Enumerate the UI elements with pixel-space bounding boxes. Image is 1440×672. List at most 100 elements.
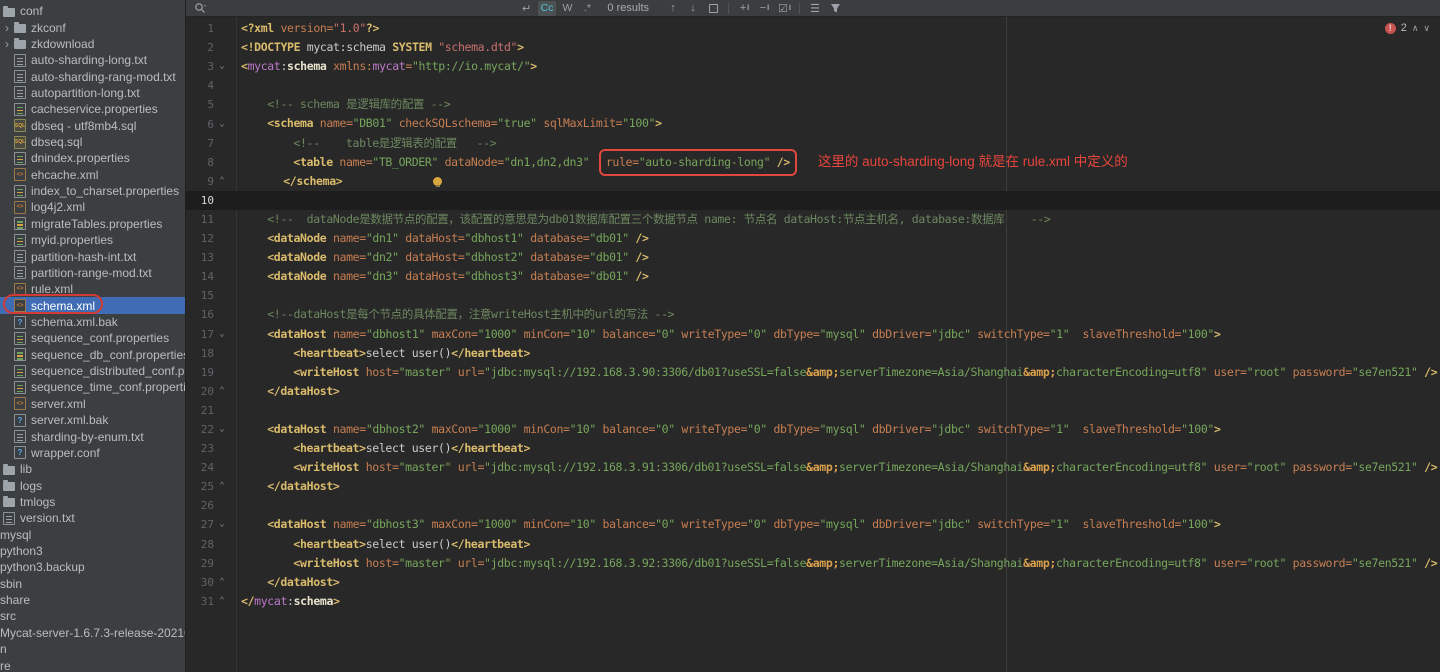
tree-item[interactable]: ›zkconf (0, 19, 185, 35)
tree-item[interactable]: migrateTables.properties (0, 216, 185, 232)
inspections-widget[interactable]: ! 2 ∧ ∨ (1385, 22, 1430, 34)
tree-item[interactable]: logs (0, 477, 185, 493)
find-window-icon[interactable] (704, 1, 722, 16)
tree-item[interactable]: ›zkdownload (0, 36, 185, 52)
regex-toggle[interactable]: .* (578, 1, 596, 16)
lines-icon[interactable]: ☰ (806, 1, 824, 16)
tree-item[interactable]: lib (0, 461, 185, 477)
next-occurrence-button[interactable]: ↓ (684, 1, 702, 16)
code-line[interactable]: 27⌄<dataHost name="dbhost3" maxCon="1000… (186, 515, 1440, 534)
next-error-icon[interactable]: ∨ (1423, 23, 1430, 34)
tree-item[interactable]: dnindex.properties (0, 150, 185, 166)
code-editor[interactable]: 1<?xml version="1.0"?>2<!DOCTYPE mycat:s… (186, 17, 1440, 672)
tree-item[interactable]: <>log4j2.xml (0, 199, 185, 215)
tree-item[interactable]: index_to_charset.properties (0, 183, 185, 199)
code-line[interactable]: 2<!DOCTYPE mycat:schema SYSTEM "schema.d… (186, 38, 1440, 57)
tree-item[interactable]: ?schema.xml.bak (0, 314, 185, 330)
filter-icon[interactable] (826, 1, 844, 16)
tree-item[interactable]: autopartition-long.txt (0, 85, 185, 101)
tree-item[interactable]: re (0, 657, 185, 672)
tree-item[interactable]: conf (0, 3, 185, 19)
code-line[interactable]: 9⌃</schema> (186, 172, 1440, 191)
code-line[interactable]: 20⌃</dataHost> (186, 382, 1440, 401)
fold-close-icon[interactable]: ⌃ (214, 597, 230, 606)
code-line[interactable]: 30⌃</dataHost> (186, 573, 1440, 592)
tree-item[interactable]: SQLdbseq - utf8mb4.sql (0, 118, 185, 134)
code-line[interactable]: 6⌄<schema name="DB01" checkSQLschema="tr… (186, 114, 1440, 133)
code-line[interactable]: 11<!-- dataNode是数据节点的配置，该配置的意思是为db01数据库配… (186, 210, 1440, 229)
code-line[interactable]: 28<heartbeat>select user()</heartbeat> (186, 535, 1440, 554)
tree-item[interactable]: sequence_time_conf.properties (0, 379, 185, 395)
tree-item[interactable]: <>ehcache.xml (0, 167, 185, 183)
code-line[interactable]: 14<dataNode name="dn3" dataHost="dbhost3… (186, 267, 1440, 286)
fold-close-icon[interactable]: ⌃ (214, 482, 230, 491)
tree-item[interactable]: sequence_conf.properties (0, 330, 185, 346)
code-line[interactable]: 31⌃</mycat:schema> (186, 592, 1440, 611)
tree-item[interactable]: sequence_db_conf.properties (0, 347, 185, 363)
previous-occurrence-button[interactable]: ↑ (664, 1, 682, 16)
add-occurrence-button[interactable]: +ll (735, 1, 753, 16)
tree-item[interactable]: myid.properties (0, 232, 185, 248)
code-line[interactable]: 17⌄<dataHost name="dbhost1" maxCon="1000… (186, 325, 1440, 344)
tree-item[interactable]: SQLdbseq.sql (0, 134, 185, 150)
code-line[interactable]: 16<!--dataHost是每个节点的具体配置，注意writeHost主机中的… (186, 305, 1440, 324)
tree-item[interactable]: python3 (0, 543, 185, 559)
fold-close-icon[interactable]: ⌃ (214, 177, 230, 186)
tree-item[interactable]: version.txt (0, 510, 185, 526)
select-all-occurrences-button[interactable]: ☑ll (775, 1, 793, 16)
tree-item[interactable]: Mycat-server-1.6.7.3-release-20210913 (0, 625, 185, 641)
tree-item[interactable]: sbin (0, 576, 185, 592)
code-line[interactable]: 24<writeHost host="master" url="jdbc:mys… (186, 458, 1440, 477)
remove-occurrence-button[interactable]: −ll (755, 1, 773, 16)
tree-item[interactable]: auto-sharding-rang-mod.txt (0, 68, 185, 84)
intention-bulb-icon[interactable] (433, 177, 442, 186)
tree-item[interactable]: src (0, 608, 185, 624)
fold-open-icon[interactable]: ⌄ (214, 330, 230, 339)
code-line[interactable]: 18<heartbeat>select user()</heartbeat> (186, 344, 1440, 363)
previous-error-icon[interactable]: ∧ (1412, 23, 1419, 34)
fold-open-icon[interactable]: ⌄ (214, 520, 230, 529)
code-line[interactable]: 29<writeHost host="master" url="jdbc:mys… (186, 554, 1440, 573)
match-case-toggle[interactable]: Cc (538, 1, 557, 16)
code-line[interactable]: 10 (186, 191, 1440, 210)
tree-item[interactable]: mysql (0, 527, 185, 543)
chevron-right-icon[interactable]: › (2, 37, 12, 51)
code-line[interactable]: 26 (186, 496, 1440, 515)
tree-item[interactable]: partition-hash-int.txt (0, 248, 185, 264)
code-line[interactable]: 4 (186, 76, 1440, 95)
code-line[interactable]: 1<?xml version="1.0"?> (186, 19, 1440, 38)
tree-item[interactable]: sequence_distributed_conf.proper (0, 363, 185, 379)
tree-item[interactable]: <>server.xml (0, 396, 185, 412)
code-line[interactable]: 22⌄<dataHost name="dbhost2" maxCon="1000… (186, 420, 1440, 439)
code-line[interactable]: 3⌄<mycat:schema xmlns:mycat="http://io.m… (186, 57, 1440, 76)
fold-open-icon[interactable]: ⌄ (214, 62, 230, 71)
tree-item[interactable]: cacheservice.properties (0, 101, 185, 117)
tree-item[interactable]: share (0, 592, 185, 608)
newline-icon[interactable]: ↵ (518, 1, 536, 16)
code-line[interactable]: 25⌃</dataHost> (186, 477, 1440, 496)
code-line[interactable]: 19<writeHost host="master" url="jdbc:mys… (186, 363, 1440, 382)
tree-item[interactable]: auto-sharding-long.txt (0, 52, 185, 68)
words-toggle[interactable]: W (558, 1, 576, 16)
code-line[interactable]: 5<!-- schema 是逻辑库的配置 --> (186, 95, 1440, 114)
fold-close-icon[interactable]: ⌃ (214, 578, 230, 587)
tree-item[interactable]: ?wrapper.conf (0, 445, 185, 461)
search-input[interactable] (210, 1, 517, 16)
tree-item[interactable]: ?server.xml.bak (0, 412, 185, 428)
code-line[interactable]: 12<dataNode name="dn1" dataHost="dbhost1… (186, 229, 1440, 248)
code-line[interactable]: 8<table name="TB_ORDER" dataNode="dn1,dn… (186, 153, 1440, 172)
tree-item[interactable]: sharding-by-enum.txt (0, 428, 185, 444)
code-line[interactable]: 15 (186, 286, 1440, 305)
tree-item[interactable]: tmlogs (0, 494, 185, 510)
fold-open-icon[interactable]: ⌄ (214, 425, 230, 434)
fold-open-icon[interactable]: ⌄ (214, 120, 230, 129)
code-line[interactable]: 23<heartbeat>select user()</heartbeat> (186, 439, 1440, 458)
code-line[interactable]: 13<dataNode name="dn2" dataHost="dbhost2… (186, 248, 1440, 267)
code-line[interactable]: 21 (186, 401, 1440, 420)
chevron-right-icon[interactable]: › (2, 21, 12, 35)
fold-close-icon[interactable]: ⌃ (214, 387, 230, 396)
tree-item[interactable]: n (0, 641, 185, 657)
tree-item[interactable]: python3.backup (0, 559, 185, 575)
tree-item[interactable]: partition-range-mod.txt (0, 265, 185, 281)
search-icon[interactable] (191, 1, 209, 16)
